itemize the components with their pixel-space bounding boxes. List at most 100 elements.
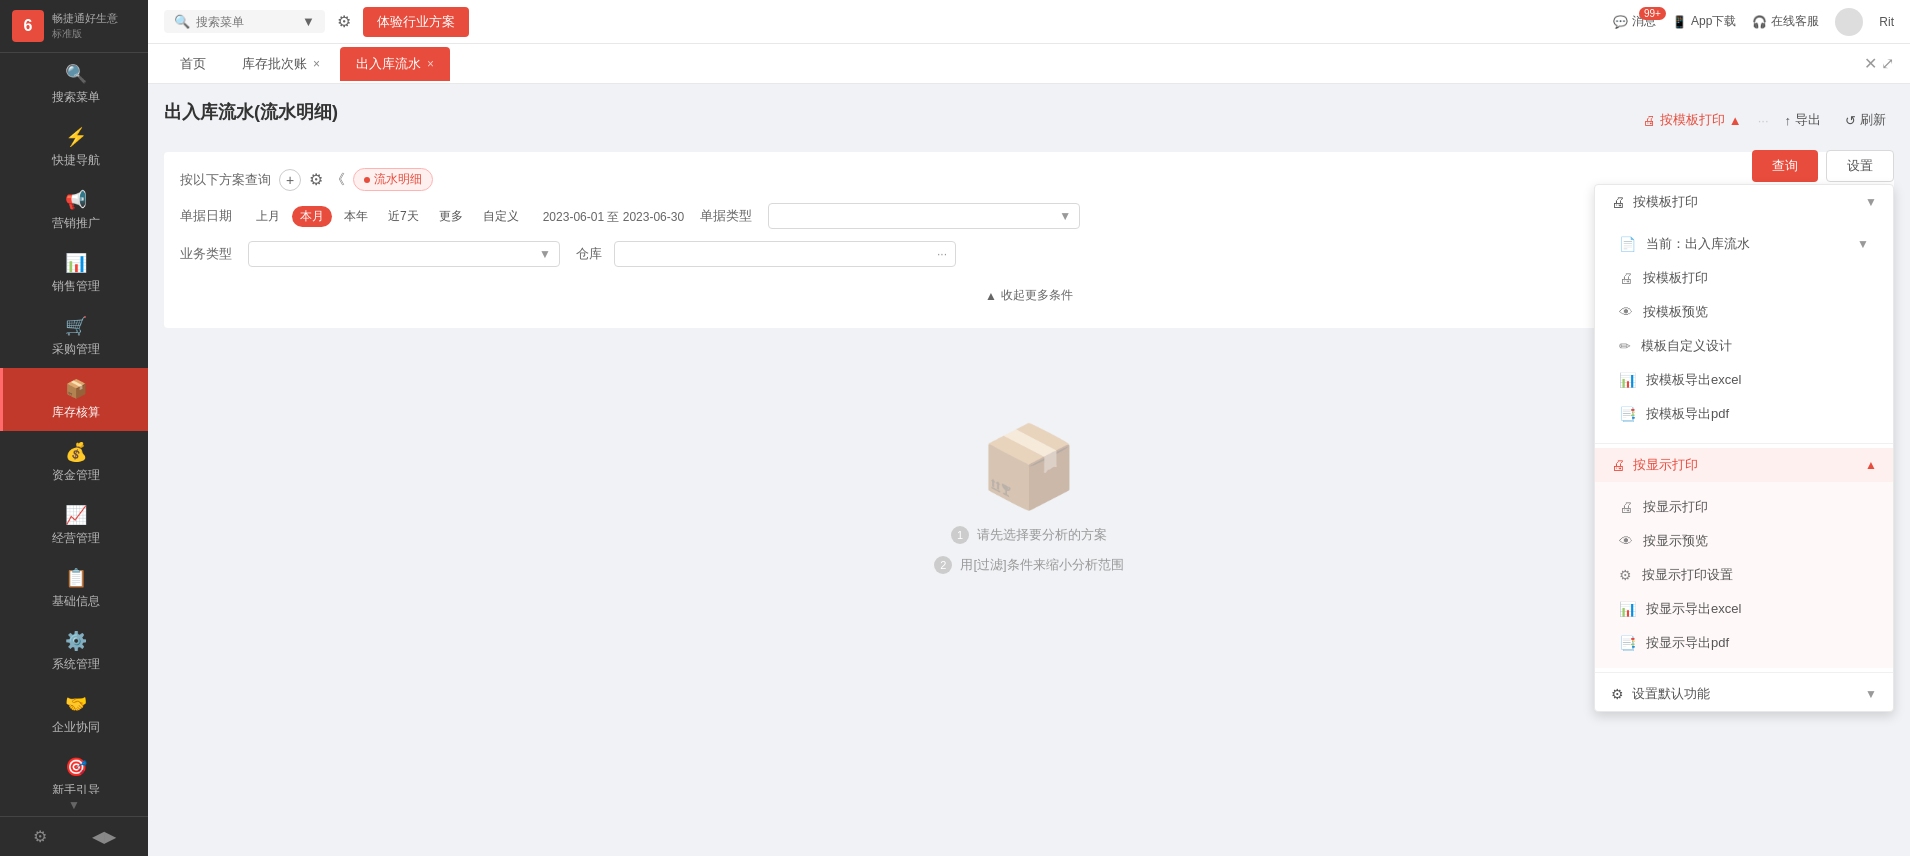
sidebar-item-6[interactable]: 💰 资金管理 xyxy=(0,431,148,494)
display-settings-label: 按显示打印设置 xyxy=(1642,566,1733,584)
business-type-select[interactable]: ▼ xyxy=(248,241,560,267)
refresh-button[interactable]: ↺ 刷新 xyxy=(1837,107,1894,133)
online-service-button[interactable]: 🎧 在线客服 xyxy=(1752,13,1819,30)
filter-collapse-icon[interactable]: 《 xyxy=(331,171,345,189)
app-download-button[interactable]: 📱 App下载 xyxy=(1672,13,1736,30)
collapse-up-icon: ▲ xyxy=(985,289,997,303)
business-type-field: 业务类型 ▼ xyxy=(180,241,560,267)
template-print-item[interactable]: 🖨 按模板打印 xyxy=(1595,261,1893,295)
display-print-section-header[interactable]: 🖨 按显示打印 ▲ xyxy=(1595,448,1893,482)
template-design-item[interactable]: ✏ 模板自定义设计 xyxy=(1595,329,1893,363)
sidebar-item-8[interactable]: 📋 基础信息 xyxy=(0,557,148,620)
page-title: 出入库流水(流水明细) xyxy=(164,100,338,124)
bill-type-label: 单据类型 xyxy=(700,207,760,225)
filter-settings-icon[interactable]: ⚙ xyxy=(309,170,323,189)
date-tab-more[interactable]: 更多 xyxy=(431,206,471,227)
template-print-arrow: ▼ xyxy=(1865,195,1877,209)
export-button[interactable]: ↑ 导出 xyxy=(1777,107,1830,133)
logo-icon: 6 xyxy=(12,10,44,42)
template-preview-label: 按模板预览 xyxy=(1643,303,1708,321)
topbar-settings-icon[interactable]: ⚙ xyxy=(337,12,351,31)
display-print-item-label: 按显示打印 xyxy=(1643,498,1708,516)
bill-type-field: 单据类型 ▼ xyxy=(700,203,1080,229)
sidebar-label-5: 库存核算 xyxy=(52,404,100,421)
sidebar-item-7[interactable]: 📈 经营管理 xyxy=(0,494,148,557)
print-template-button[interactable]: 🖨 按模板打印 ▲ xyxy=(1635,107,1750,133)
topbar-search-box[interactable]: 🔍 ▼ xyxy=(164,10,325,33)
sidebar-scroll-down[interactable]: ▼ xyxy=(0,794,148,816)
settings-button[interactable]: 设置 xyxy=(1826,150,1894,182)
date-tab-custom[interactable]: 自定义 xyxy=(475,206,527,227)
page-content: 出入库流水(流水明细) 🖨 按模板打印 ▲ ··· ↑ 导出 ↺ 刷新 xyxy=(148,84,1910,856)
tab-bar: 首页 库存批次账 × 出入库流水 × ✕ ⤢ xyxy=(148,44,1910,84)
date-tab-7days[interactable]: 近7天 xyxy=(380,206,427,227)
default-settings-arrow: ▼ xyxy=(1865,687,1877,701)
template-excel-item[interactable]: 📊 按模板导出excel xyxy=(1595,363,1893,397)
date-tab-this-year[interactable]: 本年 xyxy=(336,206,376,227)
headphone-icon: 🎧 xyxy=(1752,15,1767,29)
template-print-section-header[interactable]: 🖨 按模板打印 ▼ xyxy=(1595,185,1893,219)
tab-home[interactable]: 首页 xyxy=(164,47,222,81)
default-settings-header[interactable]: ⚙ 设置默认功能 ▼ xyxy=(1595,677,1893,711)
sidebar-label-2: 营销推广 xyxy=(52,215,100,232)
action-buttons: 查询 设置 xyxy=(1752,150,1894,182)
sidebar-item-10[interactable]: 🤝 企业协同 xyxy=(0,683,148,746)
current-template-item[interactable]: 📄 当前：出入库流水 ▼ xyxy=(1595,227,1893,261)
display-preview-item[interactable]: 👁 按显示预览 xyxy=(1595,524,1893,558)
display-print-item[interactable]: 🖨 按显示打印 xyxy=(1595,490,1893,524)
sidebar-item-4[interactable]: 🛒 采购管理 xyxy=(0,305,148,368)
query-button[interactable]: 查询 xyxy=(1752,150,1818,182)
default-settings-label: 设置默认功能 xyxy=(1632,685,1710,703)
sidebar: 6 畅捷通好生意 标准版 🔍 搜索菜单 ⚡ 快捷导航 📢 营销推广 📊 销售管理… xyxy=(0,0,148,856)
display-excel-item[interactable]: 📊 按显示导出excel xyxy=(1595,592,1893,626)
tab-stock-flow[interactable]: 出入库流水 × xyxy=(340,47,450,81)
date-tab-last-month[interactable]: 上月 xyxy=(248,206,288,227)
avatar[interactable] xyxy=(1835,8,1863,36)
warehouse-label: 仓库 xyxy=(576,245,606,263)
sidebar-item-2[interactable]: 📢 营销推广 xyxy=(0,179,148,242)
sidebar-item-3[interactable]: 📊 销售管理 xyxy=(0,242,148,305)
warehouse-select[interactable]: ··· xyxy=(614,241,956,267)
template-pdf-label: 按模板导出pdf xyxy=(1646,405,1729,423)
sidebar-item-1[interactable]: ⚡ 快捷导航 xyxy=(0,116,148,179)
message-icon: 💬 xyxy=(1613,15,1628,29)
filter-add-button[interactable]: + xyxy=(279,169,301,191)
tab-expand-icon[interactable]: ⤢ xyxy=(1881,54,1894,73)
tab-stock-flow-close[interactable]: × xyxy=(427,57,434,71)
template-preview-item[interactable]: 👁 按模板预览 xyxy=(1595,295,1893,329)
display-excel-label: 按显示导出excel xyxy=(1646,600,1741,618)
display-pdf-item[interactable]: 📑 按显示导出pdf xyxy=(1595,626,1893,660)
sidebar-icon-0: 🔍 xyxy=(65,63,87,85)
current-doc-icon: 📄 xyxy=(1619,236,1636,252)
sidebar-label-8: 基础信息 xyxy=(52,593,100,610)
warehouse-field-container: 仓库 ··· xyxy=(576,241,956,267)
tab-close-all-icon[interactable]: ✕ xyxy=(1864,54,1877,73)
search-input[interactable] xyxy=(196,15,296,29)
display-print-settings-item[interactable]: ⚙ 按显示打印设置 xyxy=(1595,558,1893,592)
display-settings-icon: ⚙ xyxy=(1619,567,1632,583)
sidebar-icon-8: 📋 xyxy=(65,567,87,589)
sidebar-collapse-icon[interactable]: ◀▶ xyxy=(92,827,116,846)
tab-inventory-batch[interactable]: 库存批次账 × xyxy=(226,47,336,81)
bill-type-select[interactable]: ▼ xyxy=(768,203,1080,229)
username-label: Rit xyxy=(1879,15,1894,29)
company-name: 畅捷通好生意 xyxy=(52,11,118,26)
template-pdf-item[interactable]: 📑 按模板导出pdf xyxy=(1595,397,1893,431)
search-icon: 🔍 xyxy=(174,14,190,29)
trial-button[interactable]: 体验行业方案 xyxy=(363,7,469,37)
date-tab-this-month[interactable]: 本月 xyxy=(292,206,332,227)
tab-inventory-batch-close[interactable]: × xyxy=(313,57,320,71)
sidebar-item-5[interactable]: 📦 库存核算 xyxy=(0,368,148,431)
bill-type-dropdown-icon: ▼ xyxy=(1059,209,1071,223)
topbar: 🔍 ▼ ⚙ 体验行业方案 💬 消息 99+ 📱 App下载 🎧 xyxy=(148,0,1910,44)
display-printer-icon: 🖨 xyxy=(1611,457,1625,473)
date-tabs: 上月 本月 本年 近7天 更多 自定义 xyxy=(248,206,527,227)
message-button[interactable]: 💬 消息 99+ xyxy=(1613,13,1656,30)
sidebar-item-11[interactable]: 🎯 新手引导 xyxy=(0,746,148,794)
tab-home-label: 首页 xyxy=(180,55,206,73)
sidebar-item-0[interactable]: 🔍 搜索菜单 xyxy=(0,53,148,116)
sidebar-item-9[interactable]: ⚙️ 系统管理 xyxy=(0,620,148,683)
design-item-icon: ✏ xyxy=(1619,338,1631,354)
sidebar-settings-icon[interactable]: ⚙ xyxy=(33,827,47,846)
search-dropdown-icon[interactable]: ▼ xyxy=(302,14,315,29)
